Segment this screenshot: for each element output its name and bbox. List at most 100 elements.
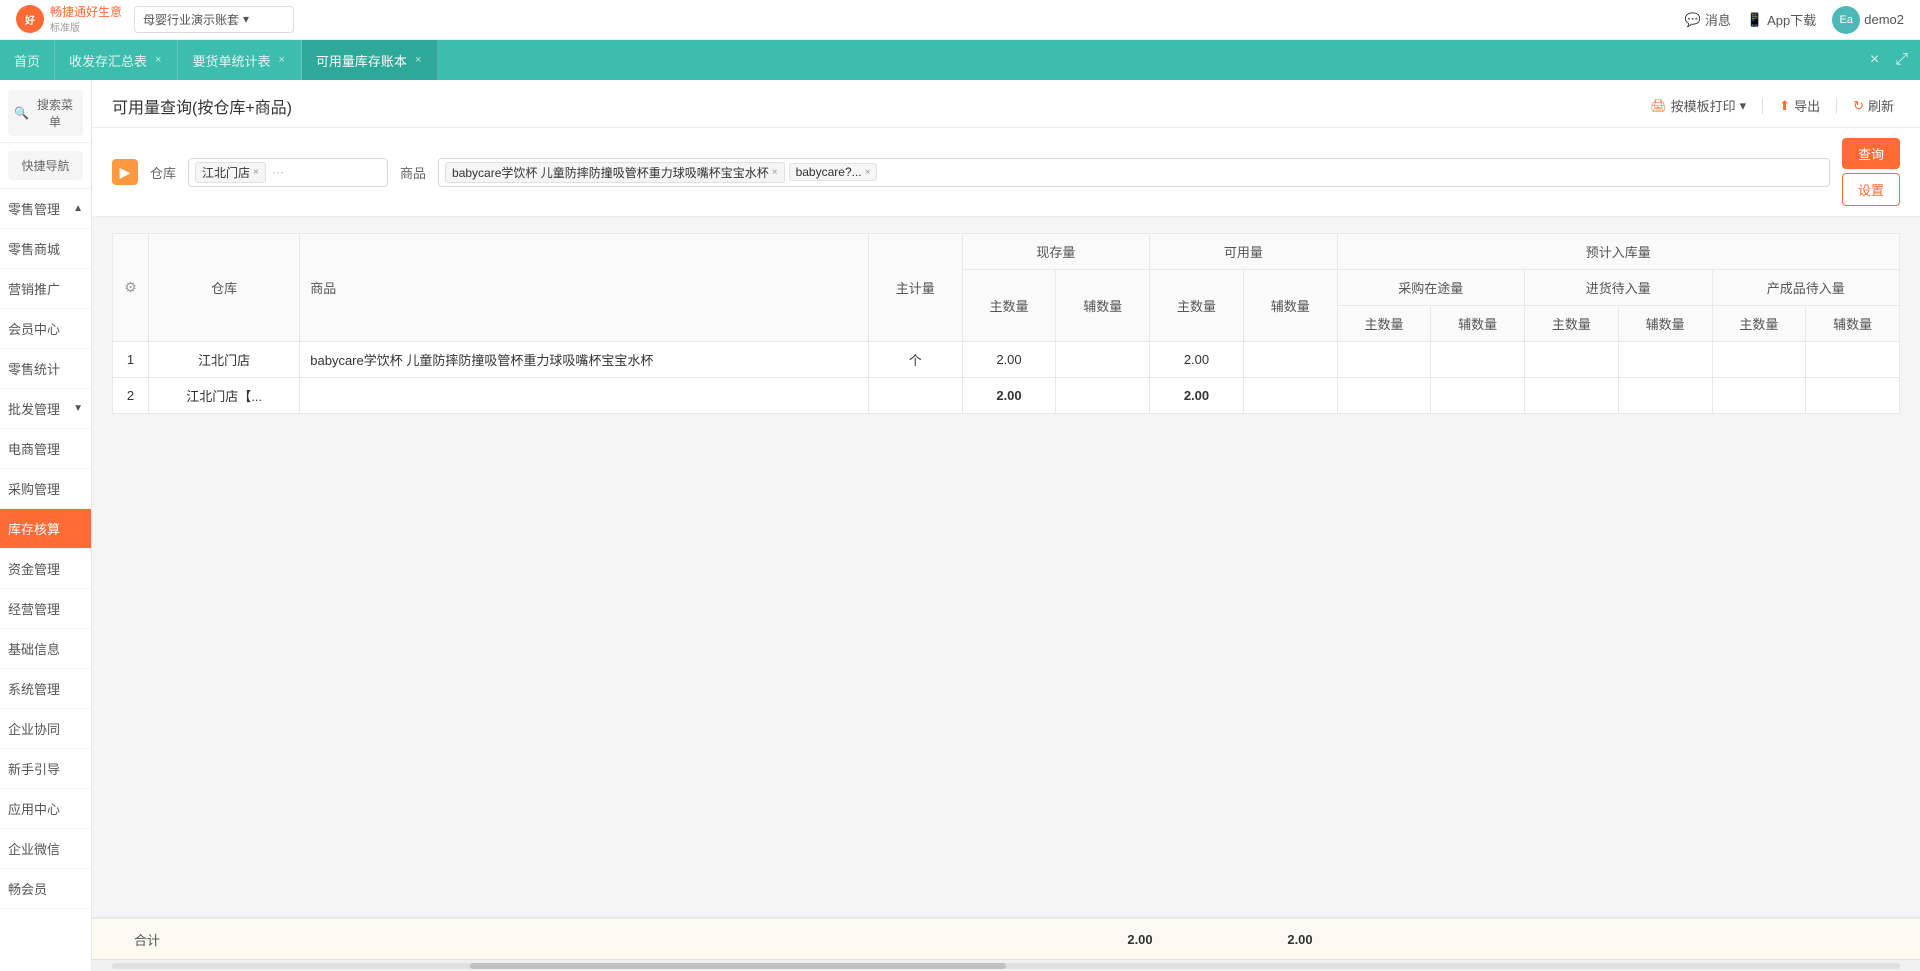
sidebar-item-app-center[interactable]: 应用中心 — [0, 789, 91, 829]
sidebar: 🔍 搜索菜单 快捷导航 零售管理 ▲ 零售商城 营销推广 会员中心 零售统计 批… — [0, 80, 92, 971]
row-2-purchase-sub — [1431, 378, 1525, 414]
sidebar-item-inventory-label: 库存核算 — [8, 519, 60, 538]
th-warehouse: 仓库 — [149, 234, 300, 342]
sidebar-item-retail-stats-label: 零售统计 — [8, 359, 60, 378]
th-unit: 主计量 — [868, 234, 962, 342]
action-divider-2 — [1836, 98, 1837, 114]
th-current-stock: 现存量 — [962, 234, 1149, 270]
warehouse-filter-input[interactable]: 江北门店 × ··· — [188, 158, 388, 187]
tab-order-stats[interactable]: 要货单统计表 × — [178, 40, 301, 80]
warehouse-filter-ellipsis[interactable]: ··· — [270, 165, 286, 179]
sidebar-item-wholesale-mgmt[interactable]: 批发管理 ▼ — [0, 389, 91, 429]
sidebar-item-purchase[interactable]: 采购管理 — [0, 469, 91, 509]
main-layout: 🔍 搜索菜单 快捷导航 零售管理 ▲ 零售商城 营销推广 会员中心 零售统计 批… — [0, 80, 1920, 971]
search-icon: 🔍 — [14, 106, 29, 120]
sidebar-item-member-label: 会员中心 — [8, 319, 60, 338]
product-filter-input[interactable]: babycare学饮杯 儿童防摔防撞吸管杯重力球吸嘴杯宝宝水杯 × babyca… — [438, 158, 1830, 187]
scroll-bar-track[interactable] — [112, 963, 1900, 969]
sidebar-item-member2[interactable]: 畅会员 — [0, 869, 91, 909]
th-product-main: 主数量 — [1712, 306, 1806, 342]
sidebar-item-marketing-label: 营销推广 — [8, 279, 60, 298]
logo-area: 好 畅捷通好生意 标准版 — [16, 5, 122, 34]
setting-btn[interactable]: 设置 — [1842, 173, 1900, 206]
sidebar-item-purchase-label: 采购管理 — [8, 479, 60, 498]
row-2-warehouse: 江北门店【... — [149, 378, 300, 414]
action-divider-1 — [1762, 98, 1763, 114]
product-tag-0-text: babycare学饮杯 儿童防摔防撞吸管杯重力球吸嘴杯宝宝水杯 — [452, 164, 769, 181]
footer-row: 合计 2.00 2.00 — [112, 919, 1900, 959]
row-2-inbound-main — [1525, 378, 1619, 414]
th-inbound-sub: 辅数量 — [1618, 306, 1712, 342]
sidebar-item-basic-info-label: 基础信息 — [8, 639, 60, 658]
template-dropdown-icon: ▾ — [243, 12, 249, 26]
app-download-btn[interactable]: 📱 App下载 — [1747, 10, 1816, 29]
export-label: 导出 — [1794, 96, 1820, 115]
row-1-available-sub — [1243, 342, 1337, 378]
sidebar-item-retail-mgmt[interactable]: 零售管理 ▲ — [0, 189, 91, 229]
close-all-btn[interactable]: × — [1866, 51, 1883, 69]
refresh-btn[interactable]: ↻ 刷新 — [1847, 92, 1900, 119]
content: 可用量查询(按仓库+商品) 🖨 按模板打印 ▾ ⬆ 导出 ↻ 刷新 — [92, 80, 1920, 971]
sidebar-item-operations[interactable]: 经营管理 — [0, 589, 91, 629]
tab-home[interactable]: 首页 — [0, 40, 55, 80]
row-2-unit — [868, 378, 962, 414]
sidebar-item-operations-label: 经营管理 — [8, 599, 60, 618]
sidebar-item-marketing[interactable]: 营销推广 — [0, 269, 91, 309]
sidebar-item-finance[interactable]: 资金管理 — [0, 549, 91, 589]
quick-nav-btn[interactable]: 快捷导航 — [8, 151, 83, 180]
tab-receive-send-close[interactable]: × — [153, 53, 163, 67]
top-bar: 好 畅捷通好生意 标准版 母婴行业演示账套 ▾ 💬 消息 📱 App下载 Ea … — [0, 0, 1920, 40]
filter-toggle-btn[interactable]: ▶ — [112, 159, 138, 185]
template-print-btn[interactable]: 🖨 按模板打印 ▾ — [1644, 92, 1752, 119]
product-filter-label: 商品 — [400, 163, 426, 182]
data-table: ⚙ 仓库 商品 主计量 现存量 可用量 预计入库量 主数量 辅数量 主数量 辅数… — [112, 233, 1900, 414]
product-tag-1-close[interactable]: × — [865, 167, 871, 178]
sidebar-item-enterprise-wechat[interactable]: 企业微信 — [0, 829, 91, 869]
row-2-inbound-sub — [1618, 378, 1712, 414]
table-area: ⚙ 仓库 商品 主计量 现存量 可用量 预计入库量 主数量 辅数量 主数量 辅数… — [92, 217, 1920, 917]
footer-label: 合计 — [112, 930, 182, 949]
template-selector[interactable]: 母婴行业演示账套 ▾ — [134, 6, 294, 33]
sidebar-item-ecommerce[interactable]: 电商管理 — [0, 429, 91, 469]
message-btn[interactable]: 💬 消息 — [1685, 10, 1731, 29]
page-actions: 🖨 按模板打印 ▾ ⬆ 导出 ↻ 刷新 — [1644, 92, 1900, 119]
row-2-current-sub — [1056, 378, 1150, 414]
warehouse-filter-label: 仓库 — [150, 163, 176, 182]
scroll-bar-thumb[interactable] — [470, 963, 1006, 969]
tab-receive-send[interactable]: 收发存汇总表 × — [55, 40, 178, 80]
logo-text-group: 畅捷通好生意 标准版 — [50, 5, 122, 34]
maximize-btn[interactable]: ⤢ — [1891, 51, 1912, 69]
export-icon: ⬆ — [1779, 98, 1790, 114]
query-btn[interactable]: 查询 — [1842, 138, 1900, 169]
filter-actions: 查询 设置 — [1842, 138, 1900, 206]
row-2-product — [300, 378, 869, 414]
sidebar-item-system[interactable]: 系统管理 — [0, 669, 91, 709]
sidebar-item-enterprise[interactable]: 企业协同 — [0, 709, 91, 749]
export-btn[interactable]: ⬆ 导出 — [1773, 92, 1826, 119]
refresh-icon: ↻ — [1853, 98, 1864, 114]
user-area[interactable]: Ea demo2 — [1832, 6, 1904, 34]
search-menu-btn[interactable]: 🔍 搜索菜单 — [8, 90, 83, 136]
column-settings-icon[interactable]: ⚙ — [124, 279, 137, 295]
sidebar-item-enterprise-label: 企业协同 — [8, 719, 60, 738]
sidebar-item-retail-stats[interactable]: 零售统计 — [0, 349, 91, 389]
user-name: demo2 — [1864, 12, 1904, 27]
sidebar-item-retail-shop[interactable]: 零售商城 — [0, 229, 91, 269]
tab-order-stats-close[interactable]: × — [276, 53, 286, 67]
th-planned-inbound: 预计入库量 — [1337, 234, 1899, 270]
sidebar-item-new-guide[interactable]: 新手引导 — [0, 749, 91, 789]
th-available: 可用量 — [1150, 234, 1337, 270]
warehouse-tag-0-close[interactable]: × — [253, 167, 259, 178]
tab-available-inventory[interactable]: 可用量库存账本 × — [302, 40, 438, 80]
tab-available-inventory-close[interactable]: × — [413, 53, 423, 67]
row-2-purchase-main — [1337, 378, 1431, 414]
sidebar-item-member[interactable]: 会员中心 — [0, 309, 91, 349]
product-tag-0-close[interactable]: × — [772, 167, 778, 178]
row-1-available-main: 2.00 — [1150, 342, 1244, 378]
sidebar-item-inventory[interactable]: 库存核算 — [0, 509, 91, 549]
avatar: Ea — [1832, 6, 1860, 34]
logo-icon: 好 — [16, 5, 44, 33]
sidebar-item-basic-info[interactable]: 基础信息 — [0, 629, 91, 669]
product-tag-1: babycare?... × — [789, 163, 878, 181]
sidebar-item-system-label: 系统管理 — [8, 679, 60, 698]
